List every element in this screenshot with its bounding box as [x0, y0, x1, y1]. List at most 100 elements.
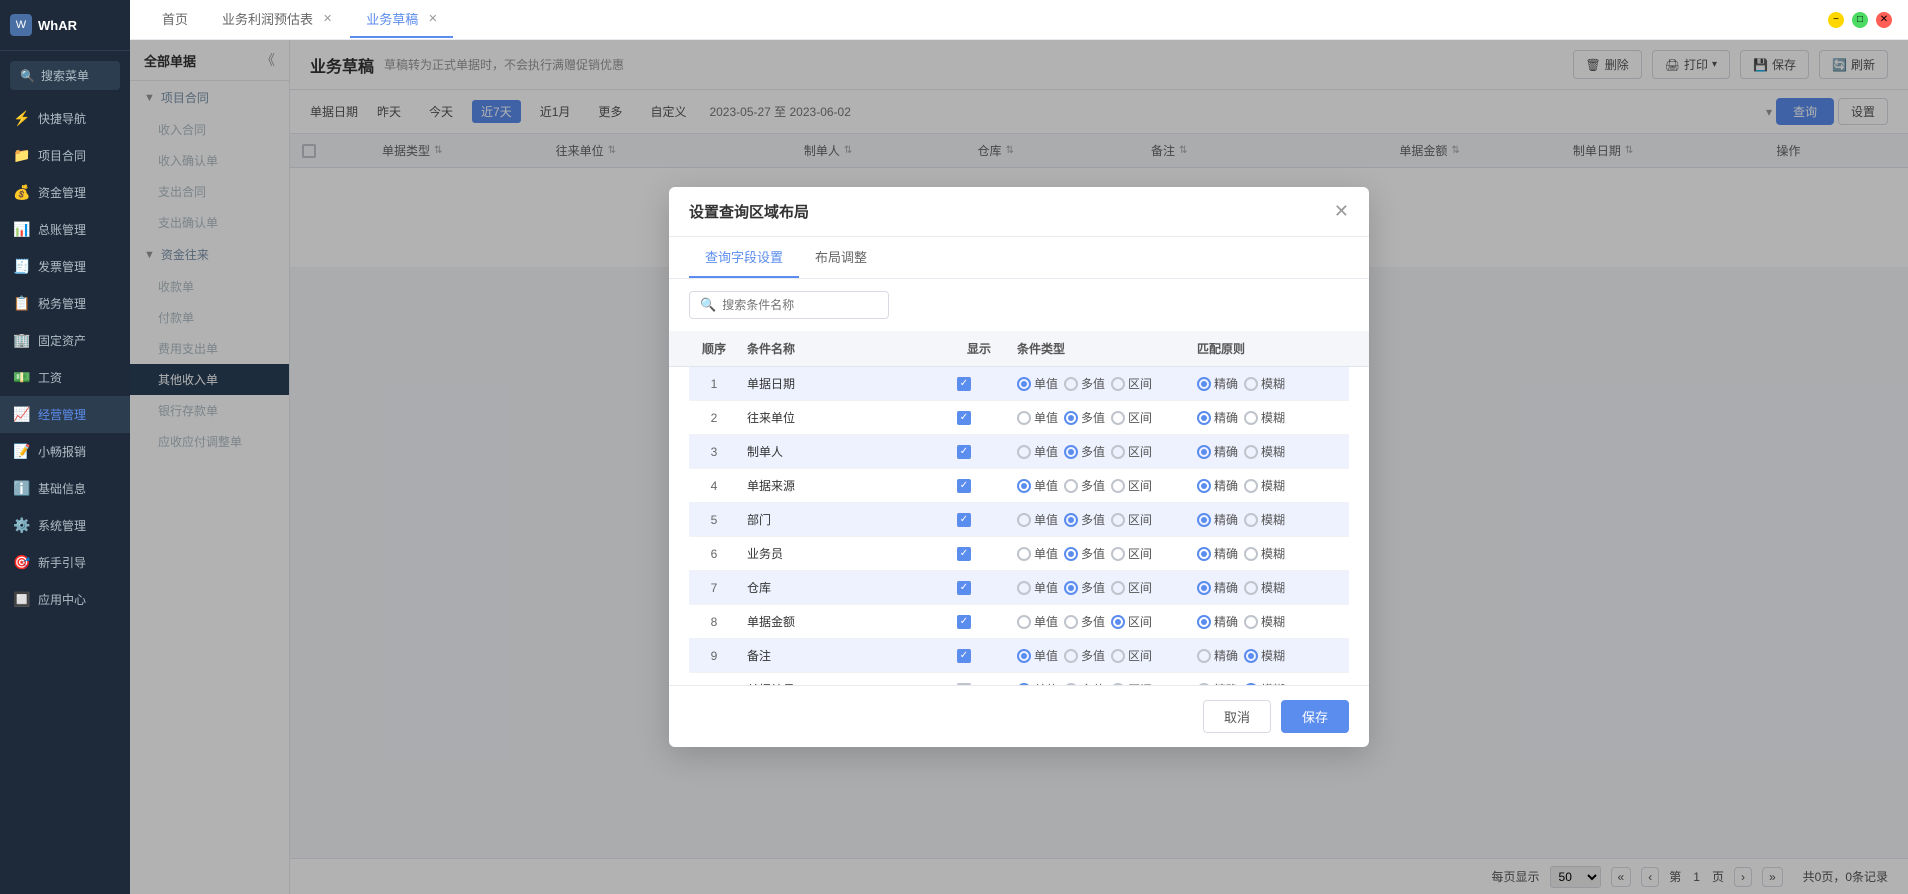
sidebar-item-label: 基础信息 [38, 480, 86, 497]
row-1-match-fuzzy[interactable]: 模糊 [1244, 375, 1285, 392]
row-7-checkbox[interactable] [957, 581, 971, 595]
tab-business-draft[interactable]: 业务草稿 ✕ [350, 1, 453, 38]
sidebar-item-app-center[interactable]: 🔲 应用中心 [0, 581, 130, 618]
row-9-display[interactable] [949, 641, 1009, 671]
search-menu-button[interactable]: 🔍 搜索菜单 [10, 61, 120, 90]
maximize-button[interactable]: □ [1852, 12, 1868, 28]
row-8-match-fuzzy[interactable]: 模糊 [1244, 613, 1285, 630]
sidebar-item-tax[interactable]: 📋 税务管理 [0, 285, 130, 322]
row-3-display[interactable] [949, 437, 1009, 467]
sidebar-item-invoice[interactable]: 🧾 发票管理 [0, 248, 130, 285]
row-5-type-single[interactable]: 单值 [1017, 511, 1058, 528]
minimize-button[interactable]: − [1828, 12, 1844, 28]
radio-circle [1244, 377, 1258, 391]
sidebar-item-label: 项目合同 [38, 147, 86, 164]
row-6-match-precise[interactable]: 精确 [1197, 545, 1238, 562]
sidebar-item-fixed-assets[interactable]: 🏢 固定资产 [0, 322, 130, 359]
row-9-checkbox[interactable] [957, 649, 971, 663]
row-2-type-multi[interactable]: 多值 [1064, 409, 1105, 426]
row-6-checkbox[interactable] [957, 547, 971, 561]
close-button[interactable]: ✕ [1876, 12, 1892, 28]
row-7-display[interactable] [949, 573, 1009, 603]
row-6-display[interactable] [949, 539, 1009, 569]
tab-close-profit[interactable]: ✕ [323, 12, 332, 25]
row-4-match-precise[interactable]: 精确 [1197, 477, 1238, 494]
row-1-type-multi[interactable]: 多值 [1064, 375, 1105, 392]
row-7-match-fuzzy[interactable]: 模糊 [1244, 579, 1285, 596]
sidebar-item-system-admin[interactable]: ⚙️ 系统管理 [0, 507, 130, 544]
row-8-type-range[interactable]: 区间 [1111, 613, 1152, 630]
modal-close-button[interactable]: ✕ [1334, 201, 1349, 222]
row-7-type-multi[interactable]: 多值 [1064, 579, 1105, 596]
row-1-display[interactable] [949, 369, 1009, 399]
sidebar-item-project-contract[interactable]: 📁 项目合同 [0, 137, 130, 174]
row-2-checkbox[interactable] [957, 411, 971, 425]
row-9-type-single[interactable]: 单值 [1017, 647, 1058, 664]
row-5-match-fuzzy[interactable]: 模糊 [1244, 511, 1285, 528]
row-4-type-range[interactable]: 区间 [1111, 477, 1152, 494]
sidebar-item-payroll[interactable]: 💵 工资 [0, 359, 130, 396]
row-2-match-fuzzy[interactable]: 模糊 [1244, 409, 1285, 426]
sidebar-item-new-user-guide[interactable]: 🎯 新手引导 [0, 544, 130, 581]
row-2-match-precise[interactable]: 精确 [1197, 409, 1238, 426]
row-5-match-precise[interactable]: 精确 [1197, 511, 1238, 528]
row-5-display[interactable] [949, 505, 1009, 535]
row-5-checkbox[interactable] [957, 513, 971, 527]
row-4-match-fuzzy[interactable]: 模糊 [1244, 477, 1285, 494]
row-6-type-single[interactable]: 单值 [1017, 545, 1058, 562]
tab-close-draft[interactable]: ✕ [428, 12, 437, 25]
row-5-type-range[interactable]: 区间 [1111, 511, 1152, 528]
row-3-type-multi[interactable]: 多值 [1064, 443, 1105, 460]
basic-info-icon: ℹ️ [14, 481, 30, 497]
row-9-type-range[interactable]: 区间 [1111, 647, 1152, 664]
modal-tab-layout-adjust[interactable]: 布局调整 [799, 237, 883, 278]
row-8-match-precise[interactable]: 精确 [1197, 613, 1238, 630]
row-1-type-single[interactable]: 单值 [1017, 375, 1058, 392]
sidebar-item-operations[interactable]: 📈 经营管理 [0, 396, 130, 433]
sidebar-item-xiaochang[interactable]: 📝 小畅报销 [0, 433, 130, 470]
modal-tab-field-settings[interactable]: 查询字段设置 [689, 237, 799, 278]
row-8-checkbox[interactable] [957, 615, 971, 629]
row-9-match-fuzzy[interactable]: 模糊 [1244, 647, 1285, 664]
modal: 设置查询区域布局 ✕ 查询字段设置 布局调整 [669, 187, 1369, 747]
row-4-display[interactable] [949, 471, 1009, 501]
row-4-checkbox[interactable] [957, 479, 971, 493]
row-2-type-range[interactable]: 区间 [1111, 409, 1152, 426]
row-3-checkbox[interactable] [957, 445, 971, 459]
row-8-type-single[interactable]: 单值 [1017, 613, 1058, 630]
row-3-type-range[interactable]: 区间 [1111, 443, 1152, 460]
row-7-type-single[interactable]: 单值 [1017, 579, 1058, 596]
row-8-type-multi[interactable]: 多值 [1064, 613, 1105, 630]
tab-profit-estimate[interactable]: 业务利润预估表 ✕ [206, 1, 348, 38]
row-9-match-precise[interactable]: 精确 [1197, 647, 1238, 664]
modal-search-input[interactable] [722, 298, 878, 312]
row-1-type-range[interactable]: 区间 [1111, 375, 1152, 392]
row-7-match-precise[interactable]: 精确 [1197, 579, 1238, 596]
radio-circle [1017, 615, 1031, 629]
row-2-type-single[interactable]: 单值 [1017, 409, 1058, 426]
row-3-match-fuzzy[interactable]: 模糊 [1244, 443, 1285, 460]
row-6-match-fuzzy[interactable]: 模糊 [1244, 545, 1285, 562]
row-8-display[interactable] [949, 607, 1009, 637]
operations-icon: 📈 [14, 407, 30, 423]
modal-cancel-button[interactable]: 取消 [1203, 700, 1271, 733]
row-1-match-precise[interactable]: 精确 [1197, 375, 1238, 392]
row-3-type-single[interactable]: 单值 [1017, 443, 1058, 460]
row-2-display[interactable] [949, 403, 1009, 433]
row-6-type-multi[interactable]: 多值 [1064, 545, 1105, 562]
tab-home[interactable]: 首页 [146, 1, 204, 38]
row-10-display[interactable] [949, 675, 1009, 686]
row-4-type-multi[interactable]: 多值 [1064, 477, 1105, 494]
row-6-type-range[interactable]: 区间 [1111, 545, 1152, 562]
modal-save-button[interactable]: 保存 [1281, 700, 1349, 733]
row-4-type-single[interactable]: 单值 [1017, 477, 1058, 494]
sidebar-item-general-ledger[interactable]: 📊 总账管理 [0, 211, 130, 248]
row-5-type-multi[interactable]: 多值 [1064, 511, 1105, 528]
sidebar-item-basic-info[interactable]: ℹ️ 基础信息 [0, 470, 130, 507]
row-7-type-range[interactable]: 区间 [1111, 579, 1152, 596]
sidebar-item-fund-management[interactable]: 💰 资金管理 [0, 174, 130, 211]
row-3-match-precise[interactable]: 精确 [1197, 443, 1238, 460]
row-1-checkbox[interactable] [957, 377, 971, 391]
sidebar-item-quick-nav[interactable]: ⚡ 快捷导航 [0, 100, 130, 137]
row-9-type-multi[interactable]: 多值 [1064, 647, 1105, 664]
